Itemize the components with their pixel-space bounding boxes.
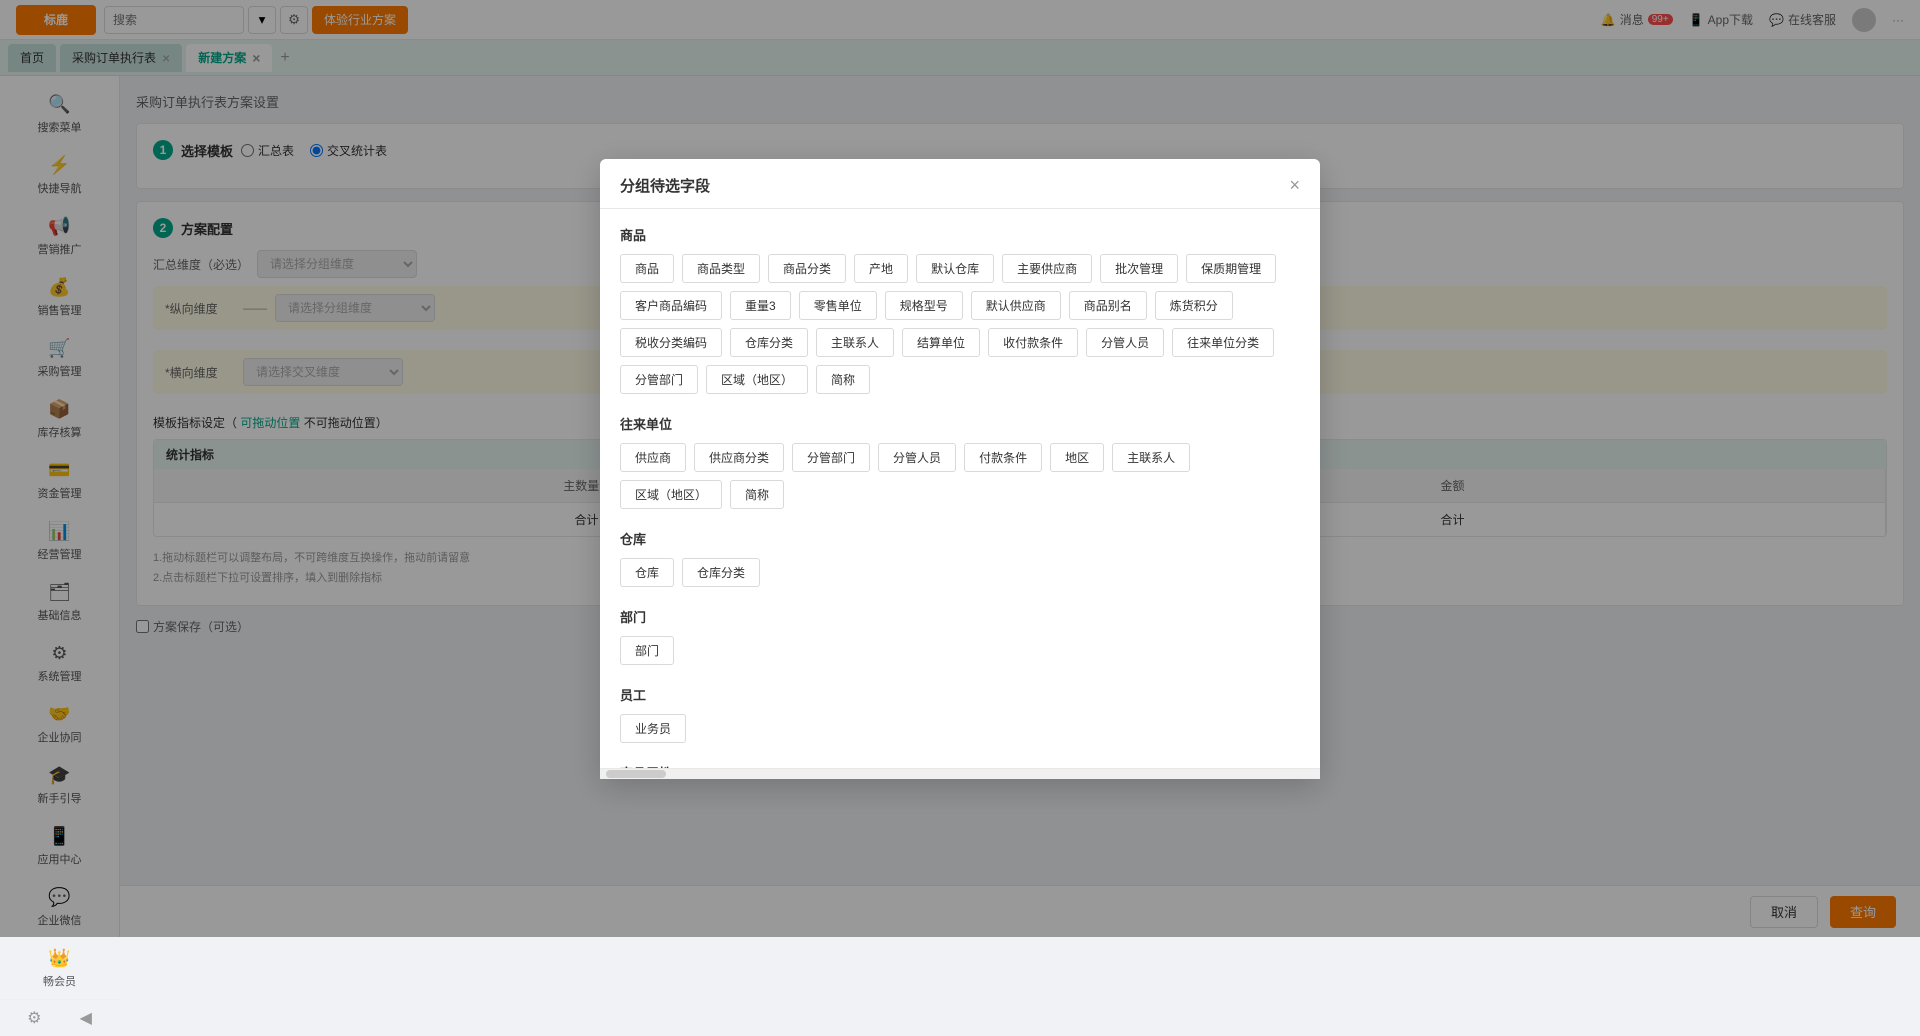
field-tag-1-6[interactable]: 主联系人 [1112,443,1190,472]
field-tag-0-8[interactable]: 客户商品编码 [620,291,722,320]
modal-close-button[interactable]: × [1289,175,1300,196]
field-tag-2-0[interactable]: 仓库 [620,558,674,587]
field-tag-0-4[interactable]: 默认仓库 [916,254,994,283]
field-tag-2-1[interactable]: 仓库分类 [682,558,760,587]
field-tag-0-6[interactable]: 批次管理 [1100,254,1178,283]
field-tag-1-1[interactable]: 供应商分类 [694,443,784,472]
field-tag-0-9[interactable]: 重量3 [730,291,791,320]
field-grid-4: 业务员 [620,714,1300,743]
field-grid-0: 商品商品类型商品分类产地默认仓库主要供应商批次管理保质期管理客户商品编码重量3 零… [620,254,1300,394]
field-tag-0-16[interactable]: 仓库分类 [730,328,808,357]
field-tag-0-7[interactable]: 保质期管理 [1186,254,1276,283]
modal-body: 商品商品商品类型商品分类产地默认仓库主要供应商批次管理保质期管理客户商品编码重量… [600,209,1320,769]
field-tag-0-11[interactable]: 规格型号 [885,291,963,320]
modal-overlay[interactable]: 分组待选字段 × 商品商品商品类型商品分类产地默认仓库主要供应商批次管理保质期管… [0,0,1920,937]
sidebar-item-14[interactable]: 👑畅会员 [0,938,119,999]
modal-section-title-4: 员工 [620,685,1300,704]
field-tag-0-15[interactable]: 税收分类编码 [620,328,722,357]
sidebar-collapse-icon[interactable]: ◀ [80,1008,92,1028]
field-tag-0-18[interactable]: 结算单位 [902,328,980,357]
modal-section-3: 部门部门 [620,607,1300,665]
sidebar-bottom: ⚙ ◀ [0,999,119,1036]
modal-section-1: 往来单位供应商供应商分类分管部门分管人员付款条件地区主联系人区域（地区） 简称 [620,414,1300,509]
field-tag-0-19[interactable]: 收付款条件 [988,328,1078,357]
field-grid-1: 供应商供应商分类分管部门分管人员付款条件地区主联系人区域（地区） 简称 [620,443,1300,509]
field-tag-3-0[interactable]: 部门 [620,636,674,665]
field-tag-0-2[interactable]: 商品分类 [768,254,846,283]
field-grid-3: 部门 [620,636,1300,665]
sidebar-settings-icon[interactable]: ⚙ [27,1008,41,1028]
field-tag-0-22[interactable]: 分管部门 [620,365,698,394]
field-tag-0-5[interactable]: 主要供应商 [1002,254,1092,283]
field-tag-0-12[interactable]: 默认供应商 [971,291,1061,320]
modal-section-title-0: 商品 [620,225,1300,244]
field-tag-1-4[interactable]: 付款条件 [964,443,1042,472]
modal-section-title-1: 往来单位 [620,414,1300,433]
field-tag-0-23[interactable]: 区域（地区） [706,365,808,394]
field-tag-0-0[interactable]: 商品 [620,254,674,283]
field-tag-0-20[interactable]: 分管人员 [1086,328,1164,357]
field-tag-0-17[interactable]: 主联系人 [816,328,894,357]
field-grid-2: 仓库仓库分类 [620,558,1300,587]
field-tag-1-8[interactable]: 简称 [730,480,784,509]
field-tag-4-0[interactable]: 业务员 [620,714,686,743]
hscroll-thumb[interactable] [606,770,666,778]
modal-section-0: 商品商品商品类型商品分类产地默认仓库主要供应商批次管理保质期管理客户商品编码重量… [620,225,1300,394]
modal-section-2: 仓库仓库仓库分类 [620,529,1300,587]
modal-section-title-2: 仓库 [620,529,1300,548]
modal-title: 分组待选字段 [620,175,710,196]
modal-header: 分组待选字段 × [600,159,1320,209]
field-tag-1-0[interactable]: 供应商 [620,443,686,472]
modal-horizontal-scrollbar[interactable] [600,768,1320,778]
field-tag-0-10[interactable]: 零售单位 [799,291,877,320]
field-tag-0-1[interactable]: 商品类型 [682,254,760,283]
modal-section-4: 员工业务员 [620,685,1300,743]
modal-section-title-3: 部门 [620,607,1300,626]
field-tag-0-24[interactable]: 简称 [816,365,870,394]
field-tag-1-2[interactable]: 分管部门 [792,443,870,472]
modal: 分组待选字段 × 商品商品商品类型商品分类产地默认仓库主要供应商批次管理保质期管… [600,159,1320,779]
field-tag-1-5[interactable]: 地区 [1050,443,1104,472]
field-tag-1-7[interactable]: 区域（地区） [620,480,722,509]
field-tag-0-13[interactable]: 商品别名 [1069,291,1147,320]
field-tag-1-3[interactable]: 分管人员 [878,443,956,472]
field-tag-0-14[interactable]: 炼货积分 [1155,291,1233,320]
field-tag-0-3[interactable]: 产地 [854,254,908,283]
field-tag-0-21[interactable]: 往来单位分类 [1172,328,1274,357]
